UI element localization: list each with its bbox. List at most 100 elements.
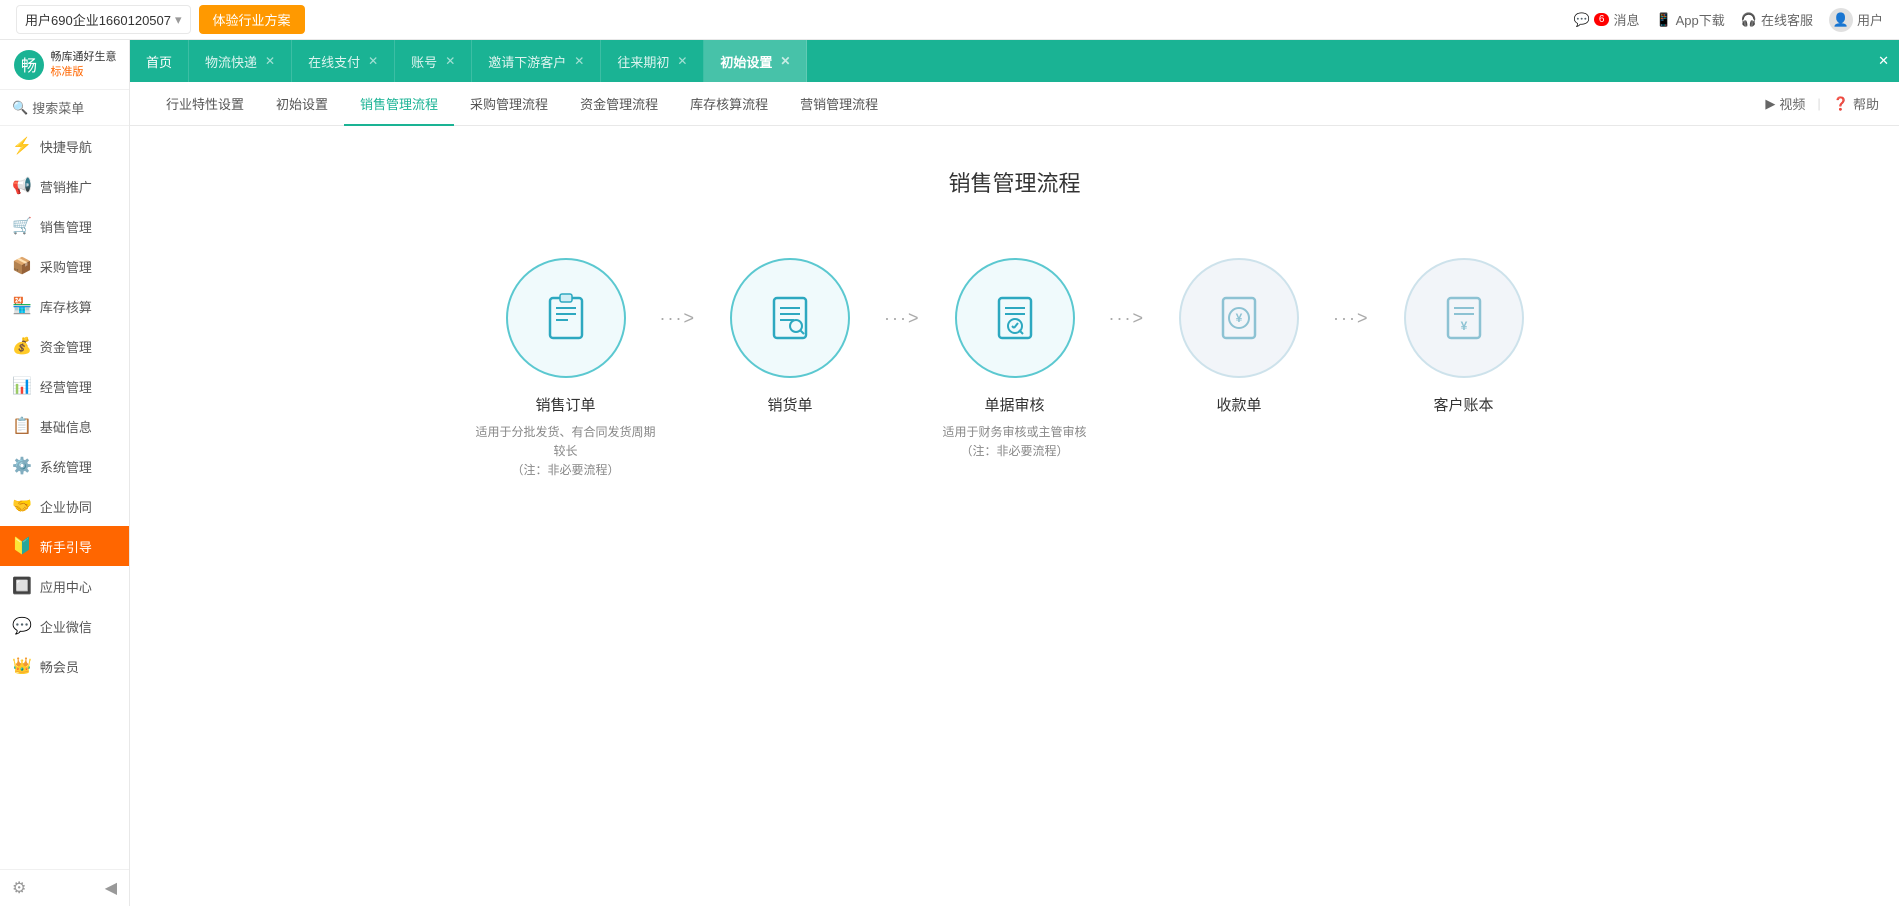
search-icon: 🔍 xyxy=(12,100,28,116)
nav-tab-label-initial-setup: 初始设置 xyxy=(720,52,772,71)
sub-tab-sales-flow[interactable]: 销售管理流程 xyxy=(344,82,454,126)
sidebar-label-app-center: 应用中心 xyxy=(40,577,92,596)
flow-step-customer-ledger[interactable]: ¥ 客户账本 xyxy=(1374,258,1554,423)
flow-content: 销售管理流程 销售订单 适用于分批发货、有合同发货周期较长（注：非必要流程） ·… xyxy=(130,126,1899,521)
sidebar-item-vip[interactable]: 👑 畅会员 xyxy=(0,646,129,686)
sub-tab-finance-flow[interactable]: 资金管理流程 xyxy=(564,82,674,126)
nav-tab-payment[interactable]: 在线支付✕ xyxy=(292,40,395,82)
sidebar-item-sales-mgmt[interactable]: 🛒销售管理 xyxy=(0,206,129,246)
sidebar-label-quick-nav: 快捷导航 xyxy=(40,137,92,156)
message-icon: 💬 xyxy=(1574,12,1590,28)
top-bar: 用户690企业1660120507 ▾ 体验行业方案 💬 6 消息 📱 App下… xyxy=(0,0,1899,40)
sidebar-label-new-guide: 新手引导 xyxy=(40,537,92,556)
nav-tabs-end-button[interactable]: ✕ xyxy=(1878,40,1899,82)
sidebar-item-base-info[interactable]: 📋基础信息 xyxy=(0,406,129,446)
sidebar-item-app-center[interactable]: 🔲 应用中心 xyxy=(0,566,129,606)
arrow-icon-2: ···> xyxy=(884,308,921,329)
sub-tab-label-initial: 初始设置 xyxy=(276,94,328,113)
nav-tab-close-account[interactable]: ✕ xyxy=(445,54,455,68)
app-logo-icon: 畅 xyxy=(13,49,45,81)
sub-tab-industry[interactable]: 行业特性设置 xyxy=(150,82,260,126)
sub-tab-inventory-flow[interactable]: 库存核算流程 xyxy=(674,82,784,126)
flow-circle-sales-invoice xyxy=(730,258,850,378)
svg-text:¥: ¥ xyxy=(1236,311,1243,325)
flow-title: 销售管理流程 xyxy=(190,166,1839,198)
collapse-icon[interactable]: ◀ xyxy=(105,878,117,898)
sidebar-item-corp-wechat[interactable]: 💬企业微信 xyxy=(0,606,129,646)
search-label: 搜索菜单 xyxy=(32,98,84,117)
sidebar-item-marketing-promo[interactable]: 📢营销推广 xyxy=(0,166,129,206)
user-select[interactable]: 用户690企业1660120507 ▾ xyxy=(16,5,191,34)
sidebar-item-quick-nav[interactable]: ⚡快捷导航 xyxy=(0,126,129,166)
sub-tab-label-industry: 行业特性设置 xyxy=(166,94,244,113)
content-area: 首页物流快递✕在线支付✕账号✕邀请下游客户✕往来期初✕初始设置✕✕ 行业特性设置… xyxy=(130,40,1899,906)
flow-arrow-2: ···> xyxy=(884,258,921,329)
sidebar-label-sys-mgmt: 系统管理 xyxy=(40,457,92,476)
arrow-icon-3: ···> xyxy=(1109,308,1146,329)
flow-step-note-sales-order: （注：非必要流程） xyxy=(511,461,619,480)
nav-tab-close-logistics[interactable]: ✕ xyxy=(265,54,275,68)
flow-step-doc-review[interactable]: 单据审核 适用于财务审核或主管审核（注：非必要流程） xyxy=(925,258,1105,461)
sub-tab-label-finance-flow: 资金管理流程 xyxy=(580,94,658,113)
flow-step-receipt[interactable]: ¥ 收款单 xyxy=(1149,258,1329,423)
message-label: 消息 xyxy=(1613,10,1639,29)
sidebar-icon-corp-wechat: 💬 xyxy=(12,616,32,636)
sidebar-icon-sales-mgmt: 🛒 xyxy=(12,216,32,236)
nav-tab-account[interactable]: 账号 ✕ xyxy=(395,40,472,82)
nav-tab-logistics[interactable]: 物流快递 ✕ xyxy=(189,40,292,82)
message-badge: 6 xyxy=(1594,13,1610,26)
user-select-label: 用户690企业1660120507 xyxy=(25,10,171,29)
sidebar-item-inventory[interactable]: 🏪库存核算 xyxy=(0,286,129,326)
sidebar-icon-app-center: 🔲 xyxy=(12,576,32,596)
sub-tab-label-purchase-flow: 采购管理流程 xyxy=(470,94,548,113)
sub-tab-initial[interactable]: 初始设置 xyxy=(260,82,344,126)
nav-tab-label-home: 首页 xyxy=(146,52,172,71)
sidebar-item-sys-mgmt[interactable]: ⚙️系统管理 xyxy=(0,446,129,486)
nav-tab-close-invite-downstream[interactable]: ✕ xyxy=(574,54,584,68)
nav-tab-close-initial-setup[interactable]: ✕ xyxy=(780,54,790,68)
arrow-icon-1: ···> xyxy=(660,308,697,329)
user-menu[interactable]: 👤 用户 xyxy=(1829,8,1883,32)
help-link[interactable]: ❓ 帮助 xyxy=(1833,94,1879,113)
video-icon: ▶ xyxy=(1765,96,1775,112)
nav-tab-past-initial[interactable]: 往来期初✕ xyxy=(601,40,704,82)
sidebar-icon-marketing-promo: 📢 xyxy=(12,176,32,196)
sidebar-item-finance-mgmt[interactable]: 💰资金管理 xyxy=(0,326,129,366)
sidebar: 畅 畅库通好生意 标准版 🔍 搜索菜单 ⚡快捷导航📢营销推广🛒销售管理📦采购管理… xyxy=(0,40,130,906)
flow-step-sales-invoice[interactable]: 销货单 xyxy=(700,258,880,423)
trial-button[interactable]: 体验行业方案 xyxy=(199,5,305,34)
sidebar-item-purchase-mgmt[interactable]: 📦采购管理 xyxy=(0,246,129,286)
chevron-down-icon: ▾ xyxy=(175,12,182,28)
svg-text:畅: 畅 xyxy=(20,57,36,75)
sidebar-search[interactable]: 🔍 搜索菜单 xyxy=(0,90,129,126)
sidebar-icon-inventory: 🏪 xyxy=(12,296,32,316)
nav-tab-close-payment[interactable]: ✕ xyxy=(368,54,378,68)
sidebar-label-vip: 畅会员 xyxy=(40,657,79,676)
sidebar-item-corp-collab[interactable]: 🤝企业协同 xyxy=(0,486,129,526)
nav-tab-home[interactable]: 首页 xyxy=(130,40,189,82)
sidebar-item-ops-mgmt[interactable]: 📊经营管理 xyxy=(0,366,129,406)
sidebar-label-purchase-mgmt: 采购管理 xyxy=(40,257,92,276)
sub-tab-purchase-flow[interactable]: 采购管理流程 xyxy=(454,82,564,126)
nav-tab-invite-downstream[interactable]: 邀请下游客户 ✕ xyxy=(472,40,601,82)
flow-diagram: 销售订单 适用于分批发货、有合同发货周期较长（注：非必要流程） ···> 销货单… xyxy=(190,258,1839,481)
video-link[interactable]: ▶ 视频 xyxy=(1765,94,1805,113)
online-service-button[interactable]: 🎧 在线客服 xyxy=(1741,10,1813,29)
nav-tab-initial-setup[interactable]: 初始设置 ✕ xyxy=(704,40,807,82)
app-download-button[interactable]: 📱 App下载 xyxy=(1655,10,1724,29)
nav-tabs-bar: 首页物流快递✕在线支付✕账号✕邀请下游客户✕往来期初✕初始设置✕✕ xyxy=(130,40,1899,82)
message-button[interactable]: 💬 6 消息 xyxy=(1574,10,1640,29)
nav-tab-label-account: 账号 xyxy=(411,52,437,71)
settings-icon[interactable]: ⚙ xyxy=(12,878,26,898)
avatar: 👤 xyxy=(1829,8,1853,32)
flow-step-note-doc-review: （注：非必要流程） xyxy=(960,442,1068,461)
flow-step-sales-order[interactable]: 销售订单 适用于分批发货、有合同发货周期较长（注：非必要流程） xyxy=(476,258,656,481)
nav-tab-label-invite-downstream: 邀请下游客户 xyxy=(488,52,566,71)
flow-step-desc-sales-order: 适用于分批发货、有合同发货周期较长 xyxy=(476,423,656,461)
nav-tab-close-past-initial[interactable]: ✕ xyxy=(677,54,687,68)
sidebar-icon-vip: 👑 xyxy=(12,656,32,676)
app-logo-text: 畅库通好生意 标准版 xyxy=(51,50,117,79)
sub-tab-marketing-flow[interactable]: 营销管理流程 xyxy=(784,82,894,126)
sidebar-item-new-guide[interactable]: 🔰新手引导 xyxy=(0,526,129,566)
nav-tab-label-logistics: 物流快递 xyxy=(205,52,257,71)
